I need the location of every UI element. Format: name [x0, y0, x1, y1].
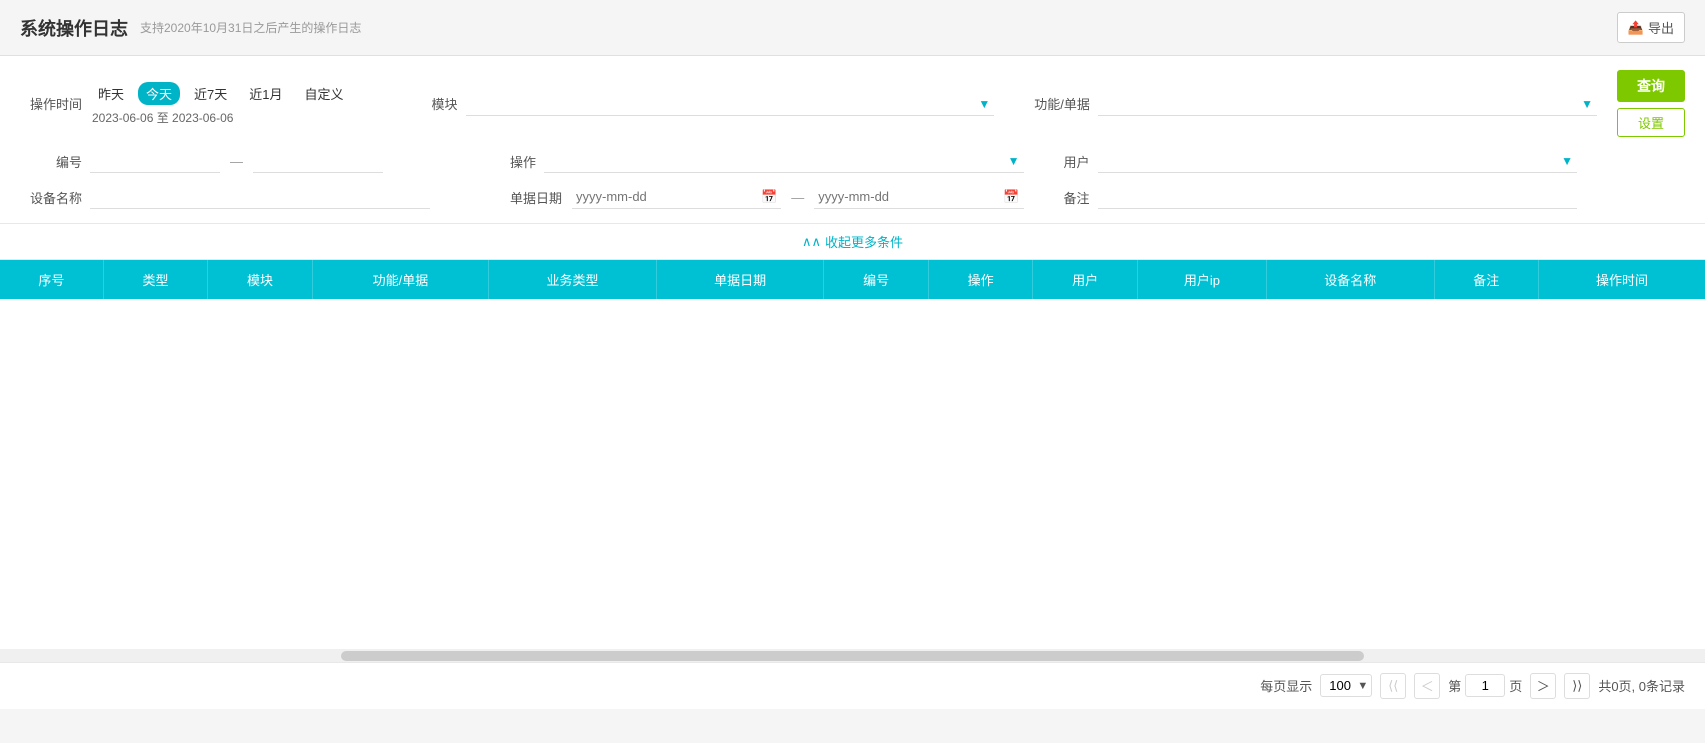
col-user-ip: 用户ip [1137, 260, 1266, 299]
col-function: 功能/单据 [312, 260, 488, 299]
col-biz-type: 业务类型 [489, 260, 657, 299]
function-label: 功能/单据 [1034, 94, 1090, 113]
export-button[interactable]: 📤 导出 [1617, 12, 1685, 43]
time-btn-today[interactable]: 今天 [138, 82, 180, 105]
scrollbar-thumb [341, 651, 1364, 661]
action-buttons: 查询 设置 [1617, 70, 1685, 137]
pagination: 每页显示 20 50 100 200 ▼ ⟨⟨ ＜ 第 页 ＞ ⟩⟩ 共0页, … [0, 662, 1705, 709]
empty-row [0, 299, 1705, 649]
scrollbar-area[interactable] [0, 650, 1705, 662]
device-input[interactable] [90, 185, 430, 209]
filter-row-3: 设备名称 单据日期 📅 — 📅 备注 [20, 185, 1685, 209]
module-select-wrapper: ▼ [466, 92, 995, 116]
first-page-button[interactable]: ⟨⟨ [1380, 673, 1406, 699]
number-label: 编号 [20, 152, 90, 171]
time-btn-yesterday[interactable]: 昨天 [90, 82, 132, 105]
calendar-from-icon[interactable]: 📅 [761, 189, 777, 205]
col-remark: 备注 [1434, 260, 1538, 299]
collapse-icon: ∧∧ [802, 234, 821, 250]
col-device: 设备名称 [1266, 260, 1434, 299]
user-select-wrapper: ▼ [1098, 149, 1577, 173]
page-info: 第 页 [1448, 674, 1522, 697]
col-user: 用户 [1033, 260, 1137, 299]
filter-row-1: 操作时间 昨天 今天 近7天 近1月 自定义 2023-06-06 至 2023… [20, 70, 1685, 137]
function-select-wrapper: ▼ [1098, 92, 1597, 116]
col-operation: 操作 [928, 260, 1032, 299]
page-suffix: 页 [1509, 676, 1522, 695]
per-page-label: 每页显示 [1260, 676, 1312, 695]
query-button[interactable]: 查询 [1617, 70, 1685, 102]
col-module: 模块 [208, 260, 312, 299]
number-from-input[interactable] [90, 149, 220, 173]
table-body [0, 299, 1705, 649]
page-subtitle: 支持2020年10月31日之后产生的操作日志 [140, 19, 361, 36]
header-row: 序号 类型 模块 功能/单据 业务类型 单据日期 编号 操作 用户 用户ip 设… [0, 260, 1705, 299]
table-header: 序号 类型 模块 功能/单据 业务类型 单据日期 编号 操作 用户 用户ip 设… [0, 260, 1705, 299]
table-container: 序号 类型 模块 功能/单据 业务类型 单据日期 编号 操作 用户 用户ip 设… [0, 260, 1705, 650]
time-btn-custom[interactable]: 自定义 [297, 82, 352, 105]
function-select[interactable] [1098, 92, 1597, 116]
settings-button[interactable]: 设置 [1617, 108, 1685, 137]
col-type: 类型 [103, 260, 207, 299]
date-to-input[interactable] [814, 185, 1023, 208]
date-from-input[interactable] [572, 185, 781, 208]
page-size-wrapper: 20 50 100 200 ▼ [1320, 674, 1372, 697]
col-seq: 序号 [0, 260, 103, 299]
time-range: 2023-06-06 至 2023-06-06 [90, 109, 352, 126]
col-voucher-date: 单据日期 [656, 260, 824, 299]
prev-page-button[interactable]: ＜ [1414, 673, 1440, 699]
time-label: 操作时间 [20, 94, 90, 113]
page-header: 系统操作日志 支持2020年10月31日之后产生的操作日志 📤 导出 [0, 0, 1705, 56]
operation-label: 操作 [510, 152, 536, 171]
filter-section: 操作时间 昨天 今天 近7天 近1月 自定义 2023-06-06 至 2023… [0, 56, 1705, 224]
time-filter-group: 昨天 今天 近7天 近1月 自定义 2023-06-06 至 2023-06-0… [90, 82, 352, 126]
export-icon: 📤 [1628, 20, 1644, 36]
time-btn-7days[interactable]: 近7天 [186, 82, 235, 105]
date-from-wrapper: 📅 [572, 185, 781, 209]
date-dash: — [787, 190, 808, 205]
next-page-button[interactable]: ＞ [1530, 673, 1556, 699]
col-op-time: 操作时间 [1539, 260, 1705, 299]
user-select[interactable] [1098, 149, 1577, 173]
page-input[interactable] [1465, 674, 1505, 697]
collapse-button[interactable]: ∧∧ 收起更多条件 [802, 232, 903, 251]
time-btn-1month[interactable]: 近1月 [241, 82, 290, 105]
device-label: 设备名称 [20, 188, 90, 207]
operation-select[interactable] [544, 149, 1023, 173]
collapse-label: 收起更多条件 [825, 232, 903, 251]
module-select[interactable] [466, 92, 995, 116]
number-dash: — [226, 154, 247, 169]
time-buttons: 昨天 今天 近7天 近1月 自定义 [90, 82, 352, 105]
col-number: 编号 [824, 260, 928, 299]
user-label: 用户 [1064, 152, 1090, 171]
number-to-input[interactable] [253, 149, 383, 173]
page-label: 第 [1448, 676, 1461, 695]
page-title: 系统操作日志 [20, 15, 128, 41]
voucher-date-label: 单据日期 [510, 188, 562, 207]
filter-row-2: 编号 — 操作 ▼ 用户 ▼ [20, 149, 1685, 173]
empty-state [0, 299, 1705, 649]
total-info: 共0页, 0条记录 [1598, 676, 1685, 695]
collapse-bar: ∧∧ 收起更多条件 [0, 224, 1705, 260]
remark-label: 备注 [1064, 188, 1090, 207]
operation-select-wrapper: ▼ [544, 149, 1023, 173]
calendar-to-icon[interactable]: 📅 [1003, 189, 1019, 205]
page-size-select[interactable]: 20 50 100 200 [1320, 674, 1372, 697]
module-label: 模块 [432, 94, 458, 113]
data-table: 序号 类型 模块 功能/单据 业务类型 单据日期 编号 操作 用户 用户ip 设… [0, 260, 1705, 650]
remark-input[interactable] [1098, 185, 1577, 209]
date-to-wrapper: 📅 [814, 185, 1023, 209]
last-page-button[interactable]: ⟩⟩ [1564, 673, 1590, 699]
